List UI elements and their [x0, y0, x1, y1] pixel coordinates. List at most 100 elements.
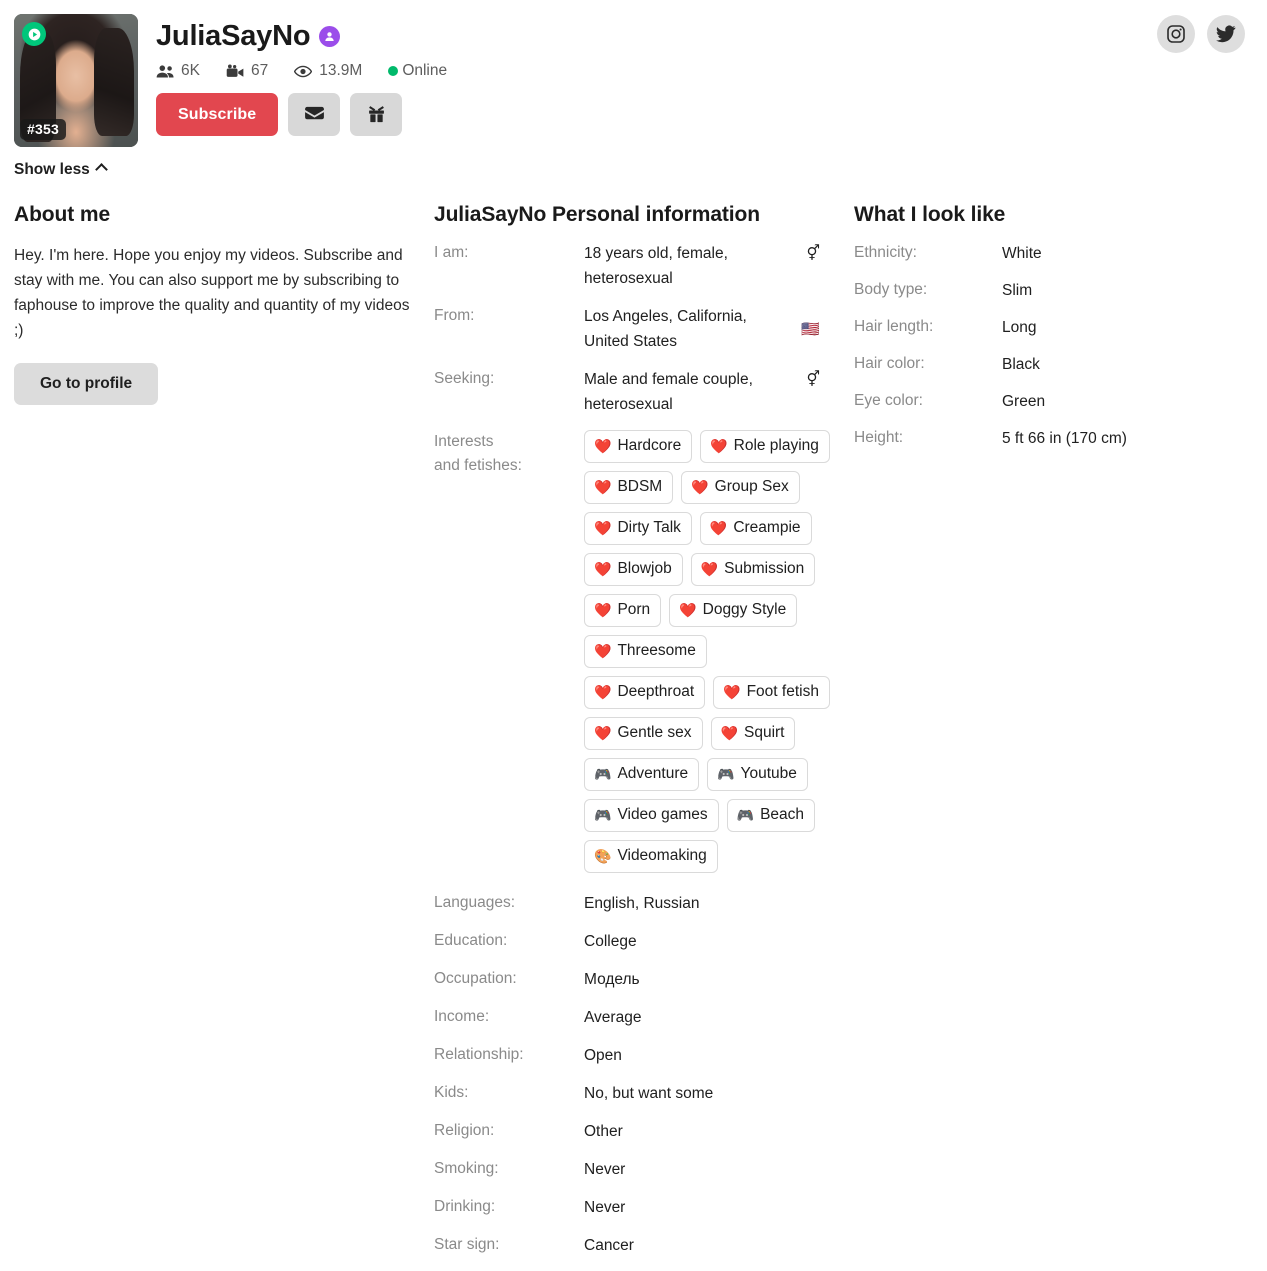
interest-tag[interactable]: ❤️ Blowjob — [584, 553, 683, 586]
profile-columns: About me Hey. I'm here. Hope you enjoy m… — [0, 179, 1267, 1271]
interest-tag[interactable]: ❤️ Role playing — [700, 430, 830, 463]
gift-button[interactable] — [350, 93, 403, 136]
subscribers-count: 6K — [181, 62, 200, 79]
info-label: Education: — [434, 932, 508, 949]
info-row: Income: Average — [434, 1005, 854, 1030]
interest-tag[interactable]: ❤️ Squirt — [710, 717, 796, 750]
tag-emoji-icon: 🎮 — [594, 766, 612, 782]
info-row: Hair length: Long — [854, 315, 1253, 340]
tag-label: Adventure — [617, 765, 689, 782]
interest-tag[interactable]: 🎮 Video games — [584, 799, 719, 832]
tag-label: Doggy Style — [702, 601, 787, 618]
tag-label: Group Sex — [714, 478, 789, 495]
interest-tag[interactable]: ❤️ Doggy Style — [669, 594, 798, 627]
video-camera-icon — [226, 63, 244, 79]
avatar[interactable]: #353 — [14, 14, 138, 147]
info-value: Never — [584, 1161, 626, 1178]
status-label: Online — [402, 62, 448, 79]
info-value: College — [584, 933, 637, 950]
info-value: Модель — [584, 971, 640, 988]
tag-label: BDSM — [617, 478, 663, 495]
about-text: Hey. I'm here. Hope you enjoy my videos.… — [14, 247, 410, 339]
interest-tag[interactable]: 🎮 Adventure — [584, 758, 700, 791]
interest-tag[interactable]: ❤️ Gentle sex — [584, 717, 703, 750]
play-icon[interactable] — [22, 22, 46, 46]
info-row: Education: College — [434, 929, 854, 954]
go-to-profile-button[interactable]: Go to profile — [14, 363, 159, 405]
interests-label: Interests and fetishes: — [434, 433, 522, 474]
interest-tag[interactable]: ❤️ Hardcore — [584, 430, 693, 463]
info-value: Green — [1002, 393, 1046, 410]
stat-views: 13.9M — [294, 62, 362, 80]
interest-tag[interactable]: 🎨 Videomaking — [584, 840, 718, 873]
info-label: Eye color: — [854, 392, 923, 409]
info-row: From: Los Angeles, California, United St… — [434, 304, 854, 354]
info-label: Height: — [854, 429, 904, 446]
tag-emoji-icon: ❤️ — [594, 602, 612, 618]
info-row: Smoking: Never — [434, 1157, 854, 1182]
tag-label: Youtube — [740, 765, 797, 782]
interest-tag[interactable]: ❤️ Foot fetish — [713, 676, 830, 709]
tag-label: Squirt — [743, 724, 785, 741]
info-row: Star sign: Cancer — [434, 1233, 854, 1258]
tag-emoji-icon: ❤️ — [594, 479, 612, 495]
about-title: About me — [14, 203, 111, 226]
stat-videos: 67 — [226, 62, 268, 80]
info-label: Star sign: — [434, 1236, 500, 1253]
info-label: Religion: — [434, 1122, 495, 1139]
info-value: Slim — [1002, 282, 1033, 299]
personal-information-column: JuliaSayNo Personal information I am: 18… — [434, 203, 854, 1271]
envelope-icon — [304, 105, 325, 124]
interests-tag-list: ❤️ Hardcore ❤️ Role playing ❤️ BDSM ❤️ Group Se… — [584, 430, 830, 873]
info-value: Male and female couple, heterosexual — [584, 371, 753, 413]
videos-count: 67 — [250, 62, 269, 79]
tag-label: Gentle sex — [617, 724, 692, 741]
tag-label: Foot fetish — [746, 683, 819, 700]
tag-label: Video games — [617, 806, 708, 823]
info-value: 18 years old, female, heterosexual — [584, 245, 728, 287]
interest-tag[interactable]: ❤️ BDSM — [584, 471, 674, 504]
info-row: Height: 5 ft 66 in (170 cm) — [854, 426, 1253, 451]
interest-tag[interactable]: ❤️ Submission — [690, 553, 816, 586]
info-value: Los Angeles, California, United States — [584, 308, 747, 350]
tag-emoji-icon: ❤️ — [709, 520, 728, 536]
tag-emoji-icon: ❤️ — [691, 479, 709, 495]
info-label: Occupation: — [434, 970, 517, 987]
tag-label: Threesome — [617, 642, 696, 659]
interest-tag[interactable]: ❤️ Dirty Talk — [584, 512, 692, 545]
tag-label: Creampie — [733, 519, 801, 536]
instagram-icon[interactable] — [1157, 15, 1195, 53]
interest-tag[interactable]: ❤️ Creampie — [699, 512, 812, 545]
interest-tag[interactable]: ❤️ Deepthroat — [584, 676, 706, 709]
interest-tag[interactable]: 🎮 Beach — [726, 799, 816, 832]
username-row: JuliaSayNo — [156, 16, 1253, 56]
people-icon — [156, 64, 174, 79]
show-less-toggle[interactable]: Show less — [14, 161, 108, 179]
info-label: Kids: — [434, 1084, 469, 1101]
info-row: Eye color: Green — [854, 389, 1253, 414]
tag-emoji-icon: 🎮 — [594, 807, 612, 823]
online-dot-icon — [388, 66, 399, 76]
subscribe-button[interactable]: Subscribe — [156, 93, 279, 136]
tag-label: Porn — [617, 601, 651, 618]
appearance-rows: Ethnicity: White Body type: Slim Hair length… — [854, 241, 1253, 451]
info-value: Other — [584, 1123, 623, 1140]
page-title: JuliaSayNo — [156, 19, 311, 52]
status-badge: Online — [388, 62, 447, 80]
interest-tag[interactable]: ❤️ Group Sex — [681, 471, 800, 504]
tag-emoji-icon: ❤️ — [594, 725, 612, 741]
info-value: Average — [584, 1009, 642, 1026]
interest-tag[interactable]: ❤️ Threesome — [584, 635, 707, 668]
interest-tag[interactable]: 🎮 Youtube — [707, 758, 808, 791]
interest-tag[interactable]: ❤️ Porn — [584, 594, 662, 627]
tag-emoji-icon: 🎮 — [736, 807, 755, 823]
info-label: Relationship: — [434, 1046, 524, 1063]
personal-information-title: JuliaSayNo Personal information — [434, 203, 760, 226]
info-row: Languages: English, Russian — [434, 891, 854, 916]
twitter-icon[interactable] — [1207, 15, 1245, 53]
tag-label: Deepthroat — [617, 683, 695, 700]
tag-label: Blowjob — [617, 560, 672, 577]
message-button[interactable] — [288, 93, 341, 136]
views-count: 13.9M — [319, 62, 363, 79]
tag-emoji-icon: 🎮 — [717, 766, 735, 782]
